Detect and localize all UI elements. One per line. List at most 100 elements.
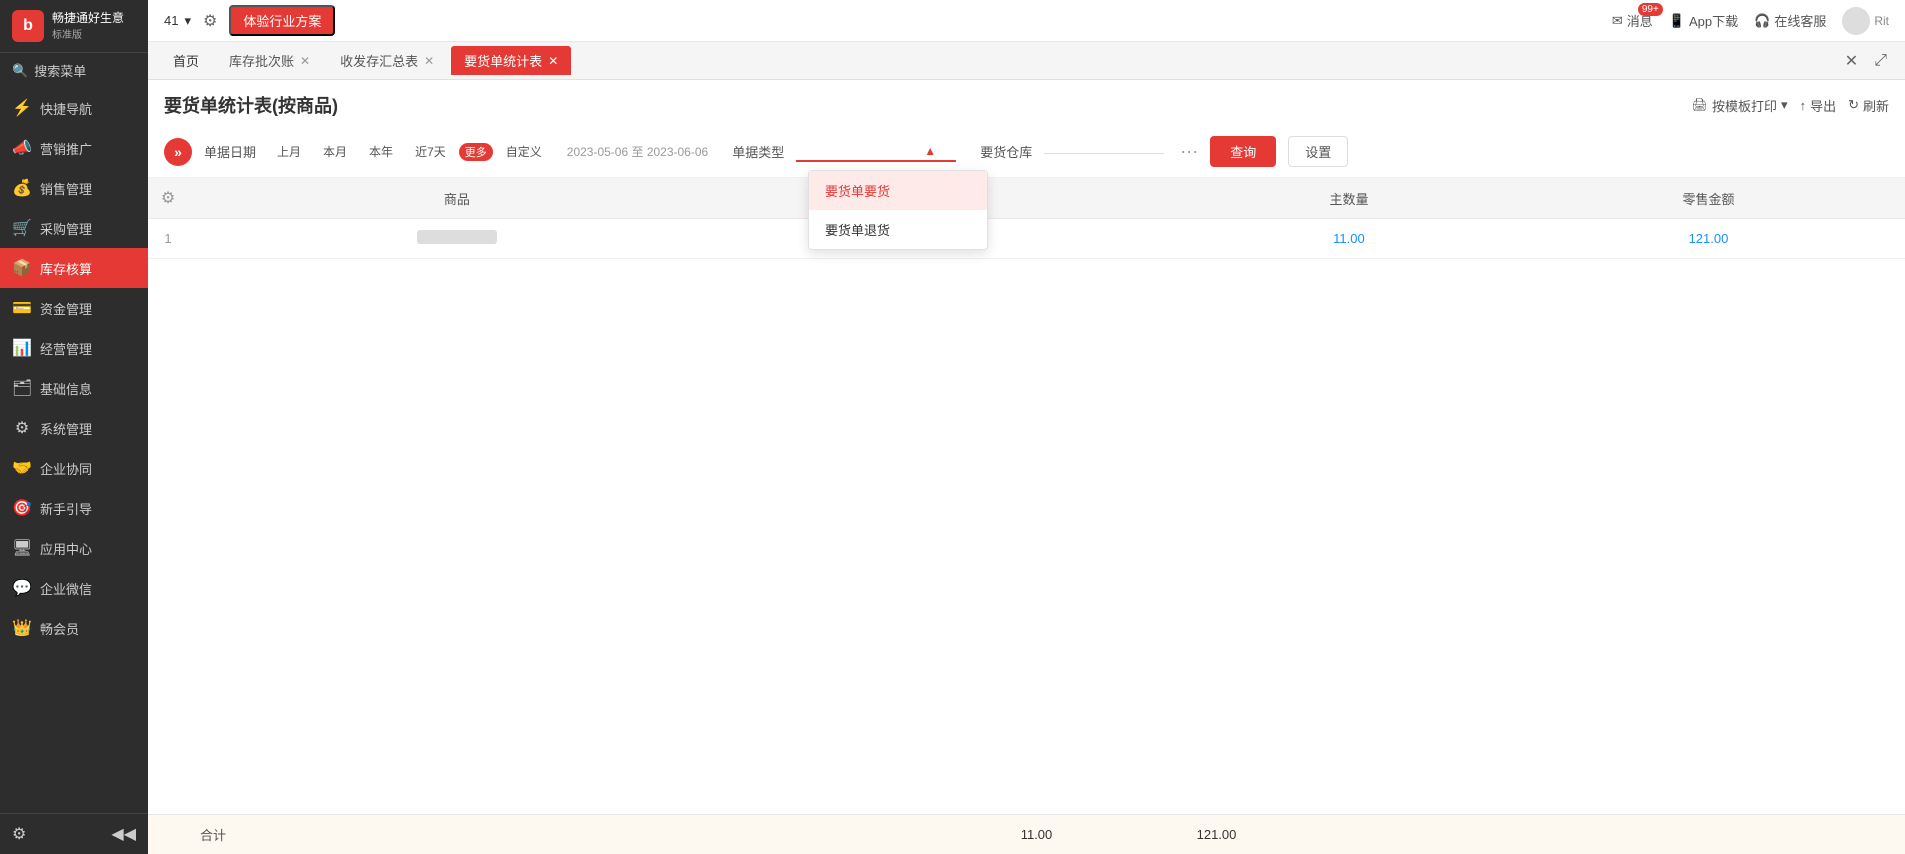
- sidebar-item-enterprise[interactable]: 🤝 企业协同: [0, 448, 148, 488]
- date-more-tag[interactable]: 更多: [459, 143, 493, 161]
- sidebar-item-label: 库存核算: [40, 259, 92, 278]
- tab-order-summary[interactable]: 要货单统计表 ✕: [451, 46, 571, 75]
- user-name-label: Rit: [1874, 14, 1889, 28]
- column-settings-icon[interactable]: ⚙: [161, 190, 175, 207]
- print-label: 按模板打印: [1712, 96, 1777, 115]
- user-avatar[interactable]: Rit: [1842, 7, 1889, 35]
- table-row: 1 块 11.00 121.00: [148, 219, 1905, 259]
- tab-batch-stock-close[interactable]: ✕: [300, 54, 310, 68]
- type-filter-input[interactable]: [800, 143, 920, 158]
- topbar-right: ✉ 消息 99+ 📱 App下载 🎧 在线客服 Rit: [1612, 7, 1889, 35]
- online-service[interactable]: 🎧 在线客服: [1754, 11, 1826, 30]
- sidebar-item-marketing[interactable]: 📣 营销推广: [0, 128, 148, 168]
- message-count: 99+: [1638, 3, 1663, 16]
- type-option-tuihuo-label: 要货单退货: [825, 223, 890, 238]
- sidebar-item-basic[interactable]: 🗂 基础信息: [0, 368, 148, 408]
- sidebar-item-quick-nav[interactable]: ⚡ 快捷导航: [0, 88, 148, 128]
- date-btn-this-year[interactable]: 本年: [360, 140, 402, 163]
- tab-receive-summary[interactable]: 收发存汇总表 ✕: [327, 46, 447, 75]
- brand-icon: b: [12, 10, 44, 42]
- sidebar-item-wx[interactable]: 💬 企业微信: [0, 568, 148, 608]
- store-dropdown-icon: ▾: [184, 13, 191, 29]
- type-dropdown-arrow[interactable]: ▲: [924, 144, 936, 158]
- sidebar-item-label: 企业微信: [40, 579, 92, 598]
- export-button[interactable]: ↑ 导出: [1800, 96, 1837, 115]
- table-footer: 合计 11.00 121.00: [148, 814, 1905, 854]
- print-button[interactable]: 🖨 按模板打印 ▾: [1692, 96, 1788, 115]
- refresh-label: 刷新: [1863, 96, 1889, 115]
- query-button[interactable]: 查询: [1210, 136, 1276, 167]
- sidebar-item-label: 系统管理: [40, 419, 92, 438]
- close-tab-button[interactable]: ✕: [1839, 49, 1864, 73]
- sidebar-search-label: 搜索菜单: [34, 61, 86, 80]
- app-center-icon: 🖥: [12, 538, 32, 558]
- export-icon: ↑: [1800, 98, 1807, 113]
- row-product: [188, 219, 726, 259]
- col-product: 商品: [188, 178, 726, 219]
- topbar: 41 ▾ ⚙ 体验行业方案 ✉ 消息 99+ 📱 App下载 🎧 在线客服 Ri…: [148, 0, 1905, 42]
- headset-icon: 🎧: [1754, 13, 1770, 29]
- date-btn-this-month[interactable]: 本月: [314, 140, 356, 163]
- filter-more-button[interactable]: ···: [1180, 141, 1198, 162]
- sidebar-item-purchase[interactable]: 🛒 采购管理: [0, 208, 148, 248]
- tab-receive-summary-close[interactable]: ✕: [424, 54, 434, 68]
- collapse-icon[interactable]: ◀◀: [111, 824, 136, 844]
- basic-icon: 🗂: [12, 378, 32, 398]
- quick-nav-icon: ⚡: [12, 98, 32, 118]
- type-option-tuihuo[interactable]: 要货单退货: [809, 210, 987, 249]
- sidebar-item-system[interactable]: ⚙ 系统管理: [0, 408, 148, 448]
- refresh-icon: ↻: [1848, 97, 1859, 113]
- refresh-button[interactable]: ↻ 刷新: [1848, 96, 1889, 115]
- sidebar-item-inventory[interactable]: 📦 库存核算: [0, 248, 148, 288]
- warehouse-filter-select[interactable]: [1044, 149, 1164, 154]
- page-actions: 🖨 按模板打印 ▾ ↑ 导出 ↻ 刷新: [1692, 96, 1890, 115]
- sidebar-search[interactable]: 🔍 搜索菜单: [0, 53, 148, 88]
- table-container: ⚙ 商品 主计量单位 主数量 零售金额 1 块 11.00: [148, 178, 1905, 814]
- topbar-settings-icon[interactable]: ⚙: [203, 11, 217, 31]
- brand-sub: 标准版: [52, 26, 124, 41]
- page-header: 要货单统计表(按商品) 🖨 按模板打印 ▾ ↑ 导出 ↻ 刷新: [148, 80, 1905, 126]
- row-main-qty: 11.00: [1186, 219, 1512, 259]
- date-btn-custom[interactable]: 自定义: [497, 140, 551, 163]
- tab-order-summary-label: 要货单统计表: [464, 51, 542, 70]
- sidebar-item-label: 采购管理: [40, 219, 92, 238]
- sidebar-item-sales[interactable]: 💰 销售管理: [0, 168, 148, 208]
- store-selector[interactable]: 41 ▾: [164, 13, 191, 29]
- warehouse-filter-label: 要货仓库: [980, 142, 1032, 161]
- footer-main-qty: 11.00: [947, 827, 1127, 842]
- tab-batch-stock[interactable]: 库存批次账 ✕: [216, 46, 323, 75]
- system-icon: ⚙: [12, 418, 32, 438]
- type-option-yaohuodan[interactable]: 要货单要货: [809, 171, 987, 210]
- filter-expand-button[interactable]: »: [164, 138, 192, 166]
- sidebar-item-vip[interactable]: 👑 畅会员: [0, 608, 148, 648]
- tab-batch-stock-label: 库存批次账: [229, 51, 294, 70]
- tabs-actions: ✕ ⤢: [1839, 49, 1893, 73]
- sidebar-item-label: 经营管理: [40, 339, 92, 358]
- filter-settings-button[interactable]: 设置: [1288, 136, 1348, 167]
- sidebar-item-label: 应用中心: [40, 539, 92, 558]
- col-settings[interactable]: ⚙: [148, 178, 188, 219]
- message-icon: ✉: [1612, 13, 1623, 29]
- sidebar-item-operations[interactable]: 📊 经营管理: [0, 328, 148, 368]
- marketing-icon: 📣: [12, 138, 32, 158]
- mobile-icon: 📱: [1669, 13, 1685, 29]
- settings-icon[interactable]: ⚙: [12, 824, 26, 844]
- sidebar-item-finance[interactable]: 💳 资金管理: [0, 288, 148, 328]
- export-label: 导出: [1810, 96, 1836, 115]
- maximize-tab-button[interactable]: ⤢: [1868, 49, 1893, 73]
- type-filter-select[interactable]: ▲: [796, 141, 956, 162]
- date-filter-buttons: 上月 本月 本年 近7天 更多 自定义: [268, 140, 551, 163]
- date-btn-last-month[interactable]: 上月: [268, 140, 310, 163]
- date-filter-label: 单据日期: [204, 142, 256, 161]
- main-content: 41 ▾ ⚙ 体验行业方案 ✉ 消息 99+ 📱 App下载 🎧 在线客服 Ri…: [148, 0, 1905, 854]
- messages-badge[interactable]: ✉ 消息 99+: [1612, 11, 1653, 30]
- promo-button[interactable]: 体验行业方案: [229, 5, 335, 36]
- sidebar-item-app-center[interactable]: 🖥 应用中心: [0, 528, 148, 568]
- date-btn-7days[interactable]: 近7天: [406, 140, 455, 163]
- sidebar-item-guide[interactable]: 🎯 新手引导: [0, 488, 148, 528]
- tab-home[interactable]: 首页: [160, 46, 212, 75]
- tab-order-summary-close[interactable]: ✕: [548, 54, 558, 68]
- app-download[interactable]: 📱 App下载: [1669, 11, 1738, 30]
- page-title: 要货单统计表(按商品): [164, 92, 338, 118]
- inventory-icon: 📦: [12, 258, 32, 278]
